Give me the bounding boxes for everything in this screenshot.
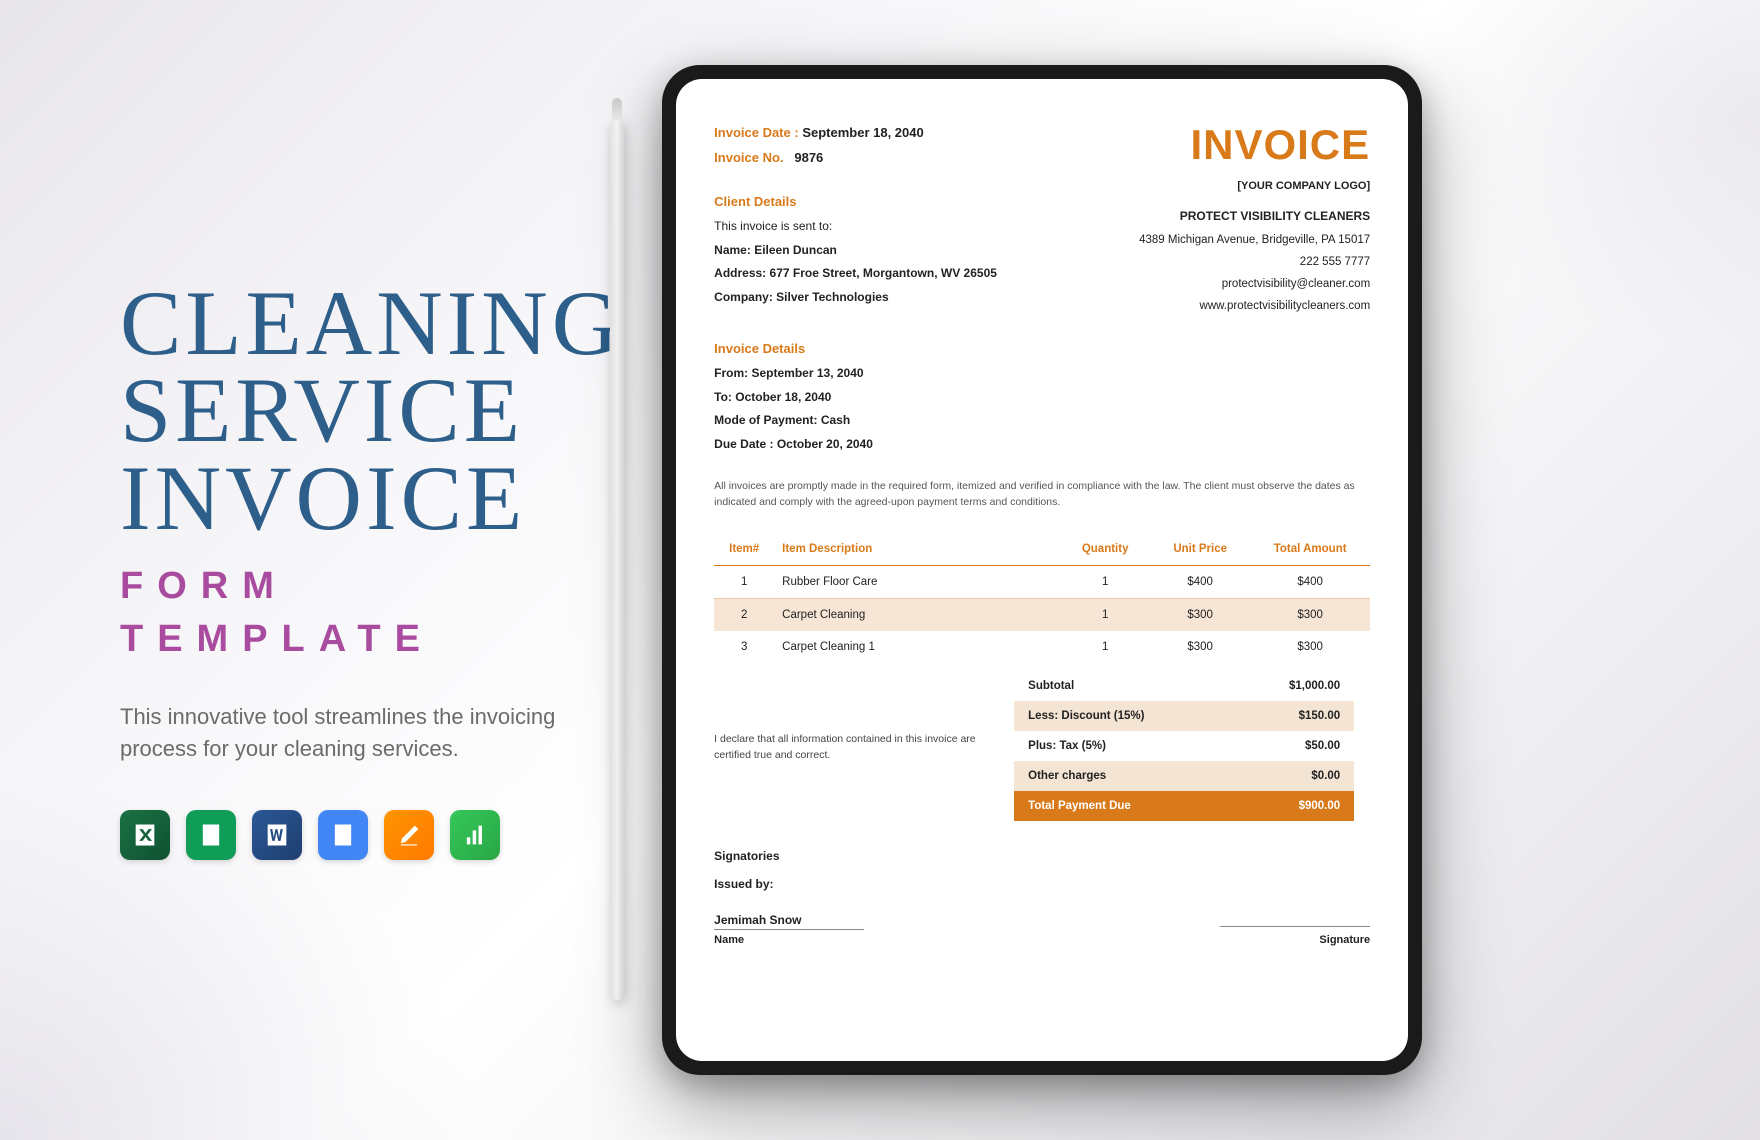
client-name-value: Eileen Duncan — [754, 243, 837, 257]
issuer-name: Jemimah Snow — [714, 913, 864, 930]
promo-description: This innovative tool streamlines the inv… — [120, 701, 600, 765]
company-address: 4389 Michigan Avenue, Bridgeville, PA 15… — [1139, 230, 1370, 252]
tablet-frame: Invoice Date : September 18, 2040 Invoic… — [662, 65, 1422, 1075]
details-mode-label: Mode of Payment: — [714, 413, 817, 427]
col-quantity: Quantity — [1060, 533, 1150, 566]
signature-line — [1220, 913, 1370, 927]
table-row: 3 Carpet Cleaning 1 1 $300 $300 — [714, 631, 1370, 663]
client-details-section: Client Details This invoice is sent to: … — [714, 194, 997, 317]
company-website: www.protectvisibilitycleaners.com — [1139, 296, 1370, 318]
tax-label: Plus: Tax (5%) — [1028, 740, 1106, 752]
other-label: Other charges — [1028, 770, 1106, 782]
client-company-label: Company: — [714, 290, 773, 304]
page-container: CLEANING SERVICE INVOICE FORM TEMPLATE T… — [0, 0, 1760, 1140]
declaration-text: I declare that all information contained… — [714, 671, 994, 821]
promo-subtitle: FORM TEMPLATE — [120, 560, 622, 666]
subtotal-label: Subtotal — [1028, 680, 1074, 692]
other-value: $0.00 — [1311, 770, 1340, 782]
name-field-label: Name — [714, 934, 864, 946]
table-row: 2 Carpet Cleaning 1 $300 $300 — [714, 598, 1370, 631]
invoice-number-label: Invoice No. — [714, 150, 783, 165]
col-unit-price: Unit Price — [1150, 533, 1250, 566]
details-to-label: To: — [714, 390, 732, 404]
company-block: [YOUR COMPANY LOGO] PROTECT VISIBILITY C… — [1139, 176, 1370, 317]
subtotal-value: $1,000.00 — [1289, 680, 1340, 692]
subtitle-line-2: TEMPLATE — [120, 613, 622, 666]
details-from-label: From: — [714, 366, 748, 380]
google-sheets-icon[interactable] — [186, 810, 236, 860]
promo-title: CLEANING SERVICE INVOICE — [120, 280, 622, 542]
title-line-1: CLEANING — [120, 280, 622, 367]
company-email: protectvisibility@cleaner.com — [1139, 274, 1370, 296]
client-address-value: 677 Froe Street, Morgantown, WV 26505 — [770, 266, 997, 280]
discount-label: Less: Discount (15%) — [1028, 710, 1144, 722]
table-row: 1 Rubber Floor Care 1 $400 $400 — [714, 565, 1370, 598]
sent-to-label: This invoice is sent to: — [714, 215, 997, 238]
apple-pages-icon[interactable] — [384, 810, 434, 860]
details-mode-value: Cash — [821, 413, 850, 427]
invoice-title: INVOICE — [1190, 121, 1370, 169]
invoice-details-section: Invoice Details From: September 13, 2040… — [714, 341, 1370, 456]
company-logo-placeholder: [YOUR COMPANY LOGO] — [1139, 176, 1370, 197]
details-to-value: October 18, 2040 — [735, 390, 831, 404]
total-due-label: Total Payment Due — [1028, 800, 1131, 812]
invoice-meta: Invoice Date : September 18, 2040 Invoic… — [714, 121, 924, 170]
col-total-amount: Total Amount — [1250, 533, 1370, 566]
client-name-label: Name: — [714, 243, 751, 257]
apple-numbers-icon[interactable] — [450, 810, 500, 860]
details-from-value: September 13, 2040 — [752, 366, 864, 380]
client-company-value: Silver Technologies — [776, 290, 888, 304]
company-name: PROTECT VISIBILITY CLEANERS — [1139, 205, 1370, 228]
invoice-document: Invoice Date : September 18, 2040 Invoic… — [676, 79, 1408, 1061]
invoice-note: All invoices are promptly made in the re… — [714, 478, 1370, 511]
signatories-section: Signatories Issued by: Jemimah Snow Name… — [714, 849, 1370, 946]
company-phone: 222 555 7777 — [1139, 252, 1370, 274]
invoice-number-value: 9876 — [794, 150, 823, 165]
signature-field-label: Signature — [1220, 934, 1370, 946]
signatories-title: Signatories — [714, 849, 1370, 863]
invoice-date-value: September 18, 2040 — [802, 125, 923, 140]
excel-icon[interactable] — [120, 810, 170, 860]
discount-value: $150.00 — [1299, 710, 1341, 722]
invoice-date-label: Invoice Date : — [714, 125, 799, 140]
client-address-label: Address: — [714, 266, 766, 280]
google-docs-icon[interactable] — [318, 810, 368, 860]
stylus-graphic — [610, 120, 624, 1000]
issued-by-label: Issued by: — [714, 877, 1370, 891]
total-due-value: $900.00 — [1299, 800, 1341, 812]
title-line-3: INVOICE — [120, 455, 622, 542]
tax-value: $50.00 — [1305, 740, 1340, 752]
title-line-2: SERVICE — [120, 367, 622, 454]
app-icon-row — [120, 810, 622, 860]
promo-panel: CLEANING SERVICE INVOICE FORM TEMPLATE T… — [120, 280, 622, 860]
totals-block: Subtotal $1,000.00 Less: Discount (15%) $1… — [1014, 671, 1354, 821]
invoice-details-label: Invoice Details — [714, 341, 1370, 356]
col-item-no: Item# — [714, 533, 774, 566]
col-item-desc: Item Description — [774, 533, 1060, 566]
details-due-label: Due Date : — [714, 437, 773, 451]
details-due-value: October 20, 2040 — [777, 437, 873, 451]
word-icon[interactable] — [252, 810, 302, 860]
client-details-label: Client Details — [714, 194, 997, 209]
items-table: Item# Item Description Quantity Unit Pri… — [714, 533, 1370, 663]
subtitle-line-1: FORM — [120, 560, 622, 613]
